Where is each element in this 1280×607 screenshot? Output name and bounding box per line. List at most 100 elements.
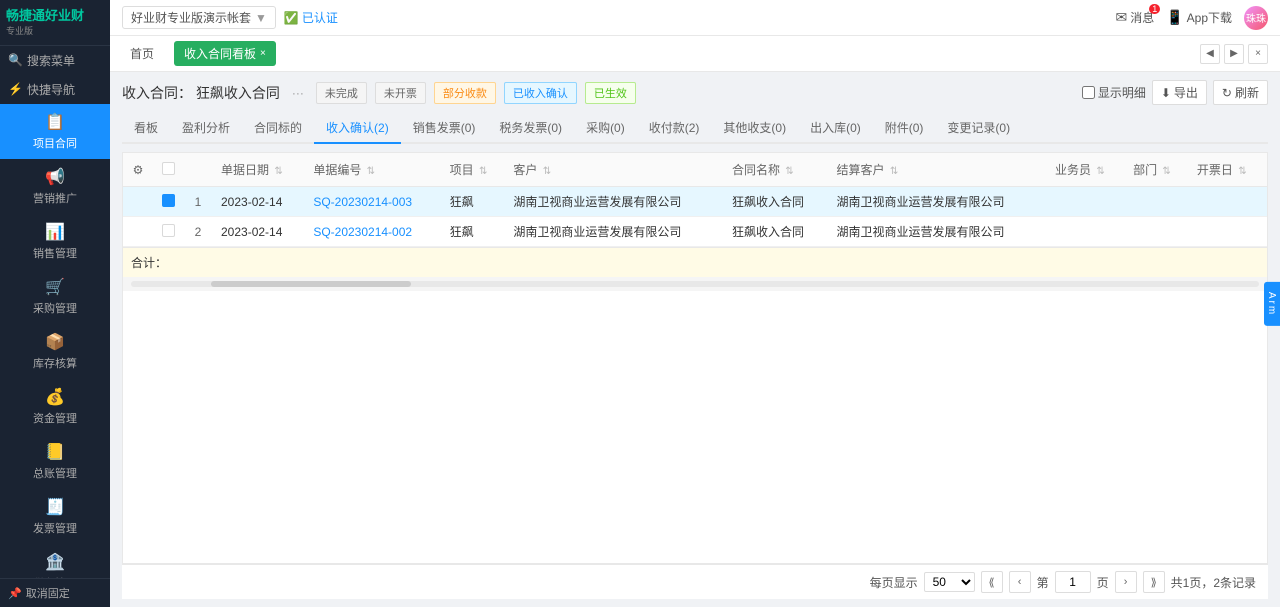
contract-more-btn[interactable]: ··· [288,86,308,100]
contract-title: 收入合同： 狂飙收入合同 [122,83,280,103]
right-edge-btn[interactable]: Arm [1264,281,1280,325]
th-customer[interactable]: 客户 ⇅ [505,153,724,187]
tab-revenue-confirm[interactable]: 收入确认(2) [314,113,401,144]
app-download-btn[interactable]: 📱 App下载 [1166,9,1232,26]
sidebar-item-stock[interactable]: 📦 库存核算 [0,324,110,379]
page-label-before: 第 [1037,574,1049,591]
message-btn[interactable]: ✉ 1 消息 [1115,9,1154,26]
th-salesman[interactable]: 业务员 ⇅ [1047,153,1125,187]
row-contract-cell: 狂飙收入合同 [724,187,829,217]
quick-nav[interactable]: ⚡ 快捷导航 [0,75,110,104]
sidebar-search[interactable]: 🔍 搜索菜单 [0,46,110,75]
tab-purchase[interactable]: 采购(0) [574,113,637,144]
row-checkbox-cell[interactable] [153,187,183,217]
salesman-sort-icon: ⇅ [1096,166,1104,177]
page-last-btn[interactable]: ⟫ [1143,571,1165,593]
row-code-link[interactable]: SQ-20230214-002 [313,225,412,239]
customer-sort-icon: ⇅ [543,166,551,177]
tab-profit[interactable]: 盈利分析 [170,113,242,144]
tab-sales-invoice[interactable]: 销售发票(0) [401,113,488,144]
table-row[interactable]: 2 2023-02-14 SQ-20230214-002 狂飙 湖南卫视商业运营… [123,217,1267,247]
home-tab[interactable]: 首页 [122,45,162,62]
show-detail-input[interactable] [1082,86,1095,99]
th-project[interactable]: 项目 ⇅ [442,153,506,187]
row-project-cell: 狂飙 [442,217,506,247]
th-final-customer[interactable]: 结算客户 ⇅ [828,153,1047,187]
refresh-btn[interactable]: ↻ 刷新 [1213,80,1268,105]
row-checkbox[interactable] [162,224,175,237]
tab-close-icon[interactable]: × [260,48,266,59]
tab-tax-invoice[interactable]: 税务发票(0) [487,113,574,144]
th-settings[interactable]: ⚙ [123,153,153,187]
per-page-select[interactable]: 50 100 200 [924,572,975,592]
row-open-date-cell [1189,217,1267,247]
company-dropdown-icon: ▼ [255,11,267,25]
row-final-customer-cell: 湖南卫视商业运营发展有限公司 [828,217,1047,247]
sidebar-item-label: 发票管理 [33,520,77,536]
final-customer-sort-icon: ⇅ [890,166,898,177]
table-wrapper: ⚙ 单据日期 ⇅ 单据编号 ⇅ 项目 ⇅ 客户 ⇅ 合同名称 ⇅ 结算客户 ⇅ … [122,152,1268,564]
sidebar-item-purchase[interactable]: 🛒 采购管理 [0,269,110,324]
page-input[interactable] [1055,571,1091,593]
page-next-btn[interactable]: › [1115,571,1137,593]
content-area: 收入合同： 狂飙收入合同 ··· 未完成 未开票 部分收款 已收入确认 已生效 … [110,72,1280,607]
status-uncomplete[interactable]: 未完成 [316,82,367,104]
company-name: 好业财专业版演示帐套 [131,9,251,26]
tab-close-all-btn[interactable]: × [1248,44,1268,64]
sidebar-item-tax[interactable]: 🏦 税务管理 [0,544,110,578]
sidebar-item-sales[interactable]: 📊 销售管理 [0,214,110,269]
row-dept-cell [1125,187,1189,217]
user-menu[interactable]: 珠珠 [1244,6,1268,30]
table-row[interactable]: 1 2023-02-14 SQ-20230214-003 狂飙 湖南卫视商业运营… [123,187,1267,217]
sidebar-item-general[interactable]: 📒 总账管理 [0,434,110,489]
tab-next-btn[interactable]: ▶ [1224,44,1244,64]
tab-attachment[interactable]: 附件(0) [873,113,936,144]
row-code-link[interactable]: SQ-20230214-003 [313,195,412,209]
row-date-cell: 2023-02-14 [213,217,305,247]
page-first-btn[interactable]: ⟪ [981,571,1003,593]
th-dept[interactable]: 部门 ⇅ [1125,153,1189,187]
status-recognized[interactable]: 已收入确认 [504,82,577,104]
status-uninvoiced[interactable]: 未开票 [375,82,426,104]
contract-board-tab[interactable]: 收入合同看板 × [174,41,276,66]
tab-kanban[interactable]: 看板 [122,113,170,144]
row-checkbox-cell[interactable] [153,217,183,247]
th-code[interactable]: 单据编号 ⇅ [305,153,441,187]
unpin-btn[interactable]: 📌 取消固定 [0,579,110,607]
th-open-date[interactable]: 开票日 ⇅ [1189,153,1267,187]
show-detail-checkbox[interactable]: 显示明细 [1082,84,1146,101]
row-contract-cell: 狂飙收入合同 [724,217,829,247]
refresh-icon: ↻ [1222,86,1232,100]
contract-sort-icon: ⇅ [785,166,793,177]
row-customer-cell: 湖南卫视商业运营发展有限公司 [505,187,724,217]
sidebar-item-project[interactable]: 📋 项目合同 [0,104,110,159]
sidebar-item-fund[interactable]: 💰 资金管理 [0,379,110,434]
tab-warehouse[interactable]: 出入库(0) [798,113,873,144]
main-area: 好业财专业版演示帐套 ▼ ✅ 已认证 ✉ 1 消息 📱 App下载 珠珠 [110,0,1280,607]
message-badge: 1 [1149,4,1160,14]
header-checkbox[interactable] [162,162,175,175]
logo-main-text: 畅捷通好业财 [6,8,84,24]
page-prev-btn[interactable]: ‹ [1009,571,1031,593]
sidebar-item-invoice[interactable]: 🧾 发票管理 [0,489,110,544]
tab-prev-btn[interactable]: ◀ [1200,44,1220,64]
app-icon: 📱 [1166,9,1183,26]
tab-other-income[interactable]: 其他收支(0) [711,113,798,144]
th-contract[interactable]: 合同名称 ⇅ [724,153,829,187]
tab-payment[interactable]: 收付款(2) [637,113,712,144]
th-checkbox[interactable] [153,153,183,187]
sidebar-item-marketing[interactable]: 📢 营销推广 [0,159,110,214]
scroll-track[interactable] [131,281,1259,287]
status-partial-payment[interactable]: 部分收款 [434,82,496,104]
project-sort-icon: ⇅ [479,166,487,177]
tab-change-log[interactable]: 变更记录(0) [935,113,1022,144]
scroll-thumb[interactable] [211,281,411,287]
row-open-date-cell [1189,187,1267,217]
row-checkbox[interactable] [162,194,175,207]
export-btn[interactable]: ⬇ 导出 [1152,80,1207,105]
company-selector[interactable]: 好业财专业版演示帐套 ▼ [122,6,276,29]
status-effective[interactable]: 已生效 [585,82,636,104]
tab-subject[interactable]: 合同标的 [242,113,314,144]
th-date[interactable]: 单据日期 ⇅ [213,153,305,187]
unpin-label: 取消固定 [26,585,70,601]
